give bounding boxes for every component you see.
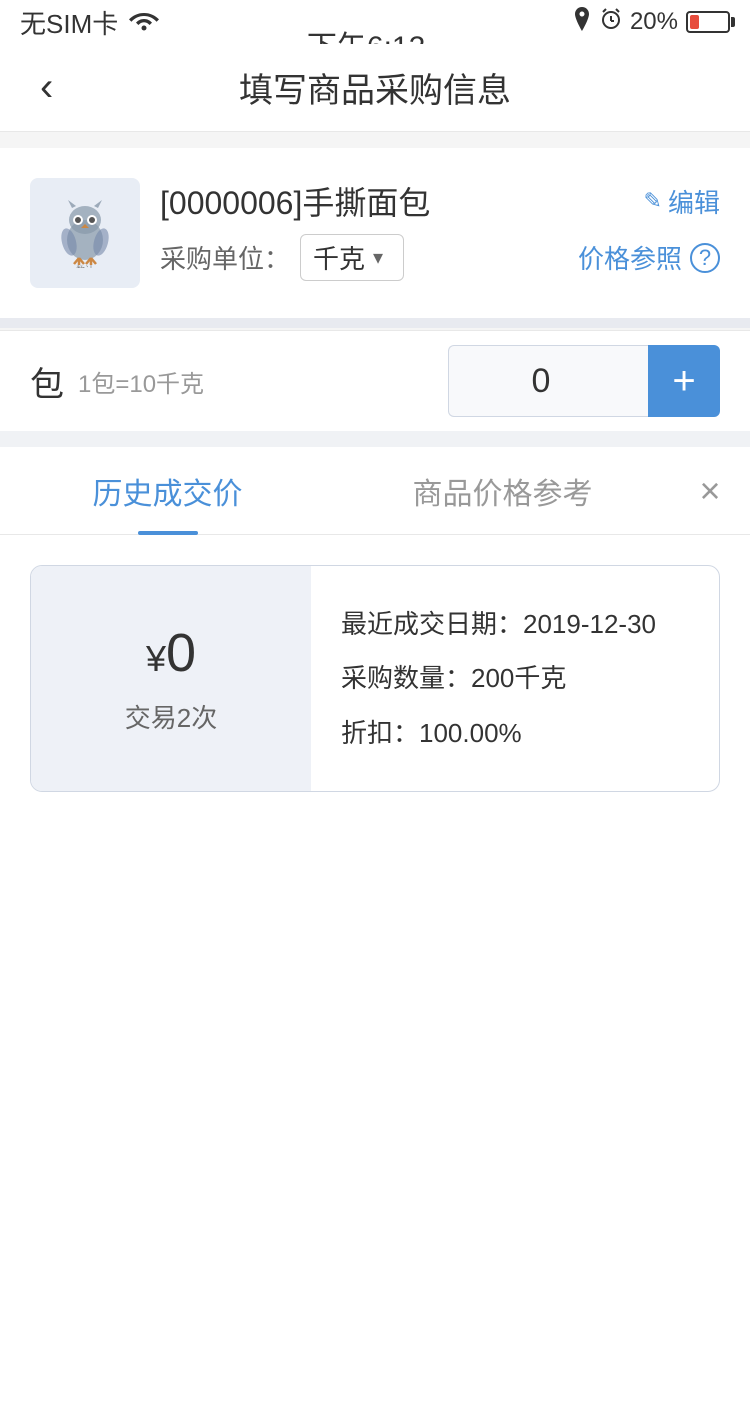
date-value: 2019-12-30 — [523, 609, 656, 639]
quantity-plus-button[interactable]: + — [648, 345, 720, 417]
carrier-text: 无SIM卡 — [20, 4, 118, 41]
price-ref-info-icon: ? — [690, 243, 720, 273]
nav-bar: ‹ 填写商品采购信息 — [0, 44, 750, 132]
product-id: [0000006] — [160, 185, 302, 221]
product-card: 数计 [0000006]手撕面包 ✎ 编辑 采购单位： 千克 ▾ — [0, 148, 750, 318]
alarm-icon — [600, 7, 622, 38]
unit-label: 采购单位： 千克 ▾ — [160, 234, 404, 281]
edit-button[interactable]: ✎ 编辑 — [644, 183, 720, 220]
edit-label: 编辑 — [668, 183, 720, 220]
dropdown-arrow-icon: ▾ — [373, 245, 383, 270]
quantity-input[interactable] — [448, 345, 648, 417]
status-left: 无SIM卡 — [20, 4, 160, 41]
discount-value: 100.00% — [419, 718, 522, 748]
tab-product-price-ref-label: 商品价格参考 — [413, 469, 593, 513]
price-value: 0 — [166, 623, 196, 683]
quantity-section: 包 1包=10千克 + — [0, 330, 750, 431]
price-card-area: ¥0 交易2次 最近成交日期：2019-12-30 采购数量：200千克 折扣：… — [0, 535, 750, 822]
quantity-unit-name: 包 — [30, 357, 64, 406]
main-divider — [0, 431, 750, 447]
battery-icon — [686, 11, 730, 33]
svg-text:数计: 数计 — [76, 264, 94, 268]
bottom-panel: 历史成交价 商品价格参考 × ¥0 交易2次 最近成交日期：2019-12-30… — [0, 447, 750, 822]
edit-icon: ✎ — [644, 188, 662, 214]
price-card: ¥0 交易2次 最近成交日期：2019-12-30 采购数量：200千克 折扣：… — [30, 565, 720, 792]
quantity-unit-hint: 1包=10千克 — [78, 364, 204, 399]
quantity-label: 包 1包=10千克 — [30, 357, 204, 406]
status-bar: 无SIM卡 下午6:12 20% — [0, 0, 750, 44]
tab-history-price-label: 历史成交价 — [93, 469, 243, 513]
price-ref-label: 价格参照 — [578, 239, 682, 276]
location-icon — [572, 7, 592, 38]
price-card-left: ¥0 交易2次 — [31, 566, 311, 791]
unit-select[interactable]: 千克 ▾ — [300, 234, 404, 281]
discount-label: 折扣： — [341, 718, 419, 748]
price-amount: ¥0 — [146, 622, 196, 684]
price-detail-quantity: 采购数量：200千克 — [341, 660, 689, 696]
product-header: 数计 [0000006]手撕面包 ✎ 编辑 采购单位： 千克 ▾ — [30, 178, 720, 288]
unit-label-text: 采购单位： — [160, 239, 290, 276]
product-logo: 数计 — [50, 198, 120, 268]
section-divider — [0, 318, 750, 328]
product-unit-row: 采购单位： 千克 ▾ 价格参照 ? — [160, 234, 720, 281]
product-name: [0000006]手撕面包 — [160, 178, 430, 224]
back-button[interactable]: ‹ — [30, 55, 63, 120]
quantity-label-text: 采购数量： — [341, 663, 471, 693]
status-right: 20% — [572, 7, 730, 38]
price-card-right: 最近成交日期：2019-12-30 采购数量：200千克 折扣：100.00% — [311, 566, 719, 791]
product-title: 手撕面包 — [302, 185, 430, 221]
price-trade-count: 交易2次 — [125, 698, 217, 735]
main-content — [0, 822, 750, 1422]
tab-close-button[interactable]: × — [670, 447, 750, 535]
tab-indicator — [138, 531, 198, 535]
currency-symbol: ¥ — [146, 638, 166, 679]
product-info: [0000006]手撕面包 ✎ 编辑 采购单位： 千克 ▾ 价格参照 ? — [160, 178, 720, 281]
unit-value: 千克 — [313, 239, 365, 276]
price-detail-date: 最近成交日期：2019-12-30 — [341, 606, 689, 642]
price-ref-button[interactable]: 价格参照 ? — [578, 239, 720, 276]
tab-product-price-ref[interactable]: 商品价格参考 — [335, 447, 670, 535]
product-name-row: [0000006]手撕面包 ✎ 编辑 — [160, 178, 720, 224]
page-title: 填写商品采购信息 — [239, 63, 511, 112]
price-detail-discount: 折扣：100.00% — [341, 715, 689, 751]
battery-percent: 20% — [630, 8, 678, 36]
product-image: 数计 — [30, 178, 140, 288]
quantity-input-group: + — [448, 345, 720, 417]
wifi-icon — [128, 7, 160, 38]
tabs-row: 历史成交价 商品价格参考 × — [0, 447, 750, 535]
date-label: 最近成交日期： — [341, 609, 523, 639]
quantity-amount: 200千克 — [471, 663, 566, 693]
tab-history-price[interactable]: 历史成交价 — [0, 447, 335, 535]
quantity-row: 包 1包=10千克 + — [30, 331, 720, 431]
